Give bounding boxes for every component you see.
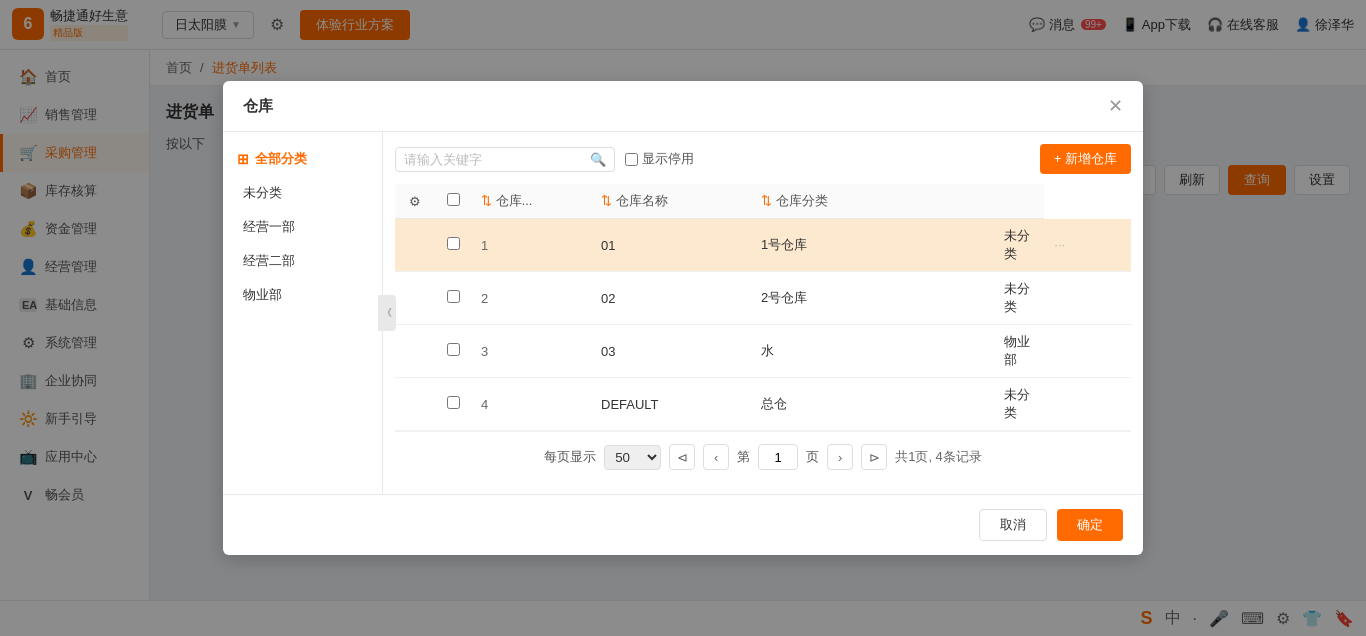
row-name-cell: 1号仓库: [751, 219, 994, 272]
row-checkbox-cell: [435, 272, 471, 325]
per-page-select[interactable]: 50 20 100: [604, 445, 661, 470]
row-num-cell: 3: [471, 325, 591, 378]
cancel-button[interactable]: 取消: [979, 509, 1047, 541]
warehouse-modal: 仓库 ✕ ⊞ 全部分类 未分类 经营一部 经营二部: [223, 81, 1143, 555]
table-row[interactable]: 1 01 1号仓库 未分类 ···: [395, 219, 1131, 272]
row-gear-cell: [395, 378, 435, 431]
total-info: 共1页, 4条记录: [895, 448, 982, 466]
modal-close-button[interactable]: ✕: [1108, 95, 1123, 117]
table-row[interactable]: 3 03 水 物业部: [395, 325, 1131, 378]
prev-page-button[interactable]: ‹: [703, 444, 729, 470]
row-code-cell: 01: [591, 219, 751, 272]
row-category-cell: 物业部: [994, 325, 1044, 378]
modal-body: ⊞ 全部分类 未分类 经营一部 经营二部 物业部 《: [223, 132, 1143, 494]
row-code-cell: DEFAULT: [591, 378, 751, 431]
grid-icon: ⊞: [237, 151, 249, 167]
row-category-cell: 未分类: [994, 272, 1044, 325]
row-code-cell: 02: [591, 272, 751, 325]
row-gear-cell: [395, 272, 435, 325]
col-gear: ⚙: [395, 184, 435, 219]
modal-footer: 取消 确定: [223, 494, 1143, 555]
confirm-button[interactable]: 确定: [1057, 509, 1123, 541]
modal-header: 仓库 ✕: [223, 81, 1143, 132]
row-checkbox-cell: [435, 378, 471, 431]
row-action-cell: [1044, 272, 1131, 325]
category-item-unclassified[interactable]: 未分类: [223, 176, 382, 210]
row-checkbox[interactable]: [447, 237, 460, 250]
show-disabled-checkbox[interactable]: [625, 153, 638, 166]
modal-toolbar: 🔍 显示停用 + 新增仓库: [395, 144, 1131, 174]
row-gear-cell: [395, 219, 435, 272]
category-item-operations1[interactable]: 经营一部: [223, 210, 382, 244]
page-number-input[interactable]: [758, 444, 798, 470]
modal-title: 仓库: [243, 97, 273, 116]
table-body: 1 01 1号仓库 未分类 ···: [395, 219, 1131, 431]
table-row[interactable]: 4 DEFAULT 总仓 未分类: [395, 378, 1131, 431]
table-container: ⚙ ⇅ 仓库... ⇅ 仓库名称: [395, 184, 1131, 431]
row-category-cell: 未分类: [994, 378, 1044, 431]
col-name: ⇅ 仓库名称: [591, 184, 751, 219]
row-more-button[interactable]: ···: [1054, 237, 1065, 252]
row-code-cell: 03: [591, 325, 751, 378]
row-action-cell: [1044, 378, 1131, 431]
row-name-cell: 总仓: [751, 378, 994, 431]
table-row[interactable]: 2 02 2号仓库 未分类: [395, 272, 1131, 325]
add-warehouse-button[interactable]: + 新增仓库: [1040, 144, 1131, 174]
row-gear-cell: [395, 325, 435, 378]
table-header: ⚙ ⇅ 仓库... ⇅ 仓库名称: [395, 184, 1131, 219]
row-checkbox[interactable]: [447, 343, 460, 356]
next-page-button[interactable]: ›: [827, 444, 853, 470]
row-action-cell: [1044, 325, 1131, 378]
col-actions: [994, 184, 1044, 219]
select-all-checkbox[interactable]: [447, 193, 460, 206]
search-icon: 🔍: [590, 152, 606, 167]
row-num-cell: 4: [471, 378, 591, 431]
row-checkbox[interactable]: [447, 396, 460, 409]
category-item-operations2[interactable]: 经营二部: [223, 244, 382, 278]
last-page-button[interactable]: ⊳: [861, 444, 887, 470]
show-disabled-checkbox-label[interactable]: 显示停用: [625, 150, 694, 168]
row-checkbox[interactable]: [447, 290, 460, 303]
first-page-button[interactable]: ⊲: [669, 444, 695, 470]
modal-overlay: 仓库 ✕ ⊞ 全部分类 未分类 经营一部 经营二部: [0, 0, 1366, 636]
modal-content-area: 🔍 显示停用 + 新增仓库 ⚙: [383, 132, 1143, 494]
row-num-cell: 2: [471, 272, 591, 325]
row-category-cell: 未分类: [994, 219, 1044, 272]
row-name-cell: 水: [751, 325, 994, 378]
warehouse-table: ⚙ ⇅ 仓库... ⇅ 仓库名称: [395, 184, 1131, 431]
category-item-property[interactable]: 物业部: [223, 278, 382, 312]
col-code: ⇅ 仓库...: [471, 184, 591, 219]
col-checkbox: [435, 184, 471, 219]
row-name-cell: 2号仓库: [751, 272, 994, 325]
row-checkbox-cell: [435, 219, 471, 272]
search-input[interactable]: [404, 152, 584, 167]
search-box: 🔍: [395, 147, 615, 172]
col-category: ⇅ 仓库分类: [751, 184, 994, 219]
row-num-cell: 1: [471, 219, 591, 272]
row-action-cell: ···: [1044, 219, 1131, 272]
modal-sidebar: ⊞ 全部分类 未分类 经营一部 经营二部 物业部 《: [223, 132, 383, 494]
row-checkbox-cell: [435, 325, 471, 378]
all-categories-item[interactable]: ⊞ 全部分类: [223, 142, 382, 176]
modal-pagination: 每页显示 50 20 100 ⊲ ‹ 第 页 › ⊳ 共1页, 4条记录: [395, 431, 1131, 482]
sidebar-collapse-button[interactable]: 《: [378, 295, 396, 331]
